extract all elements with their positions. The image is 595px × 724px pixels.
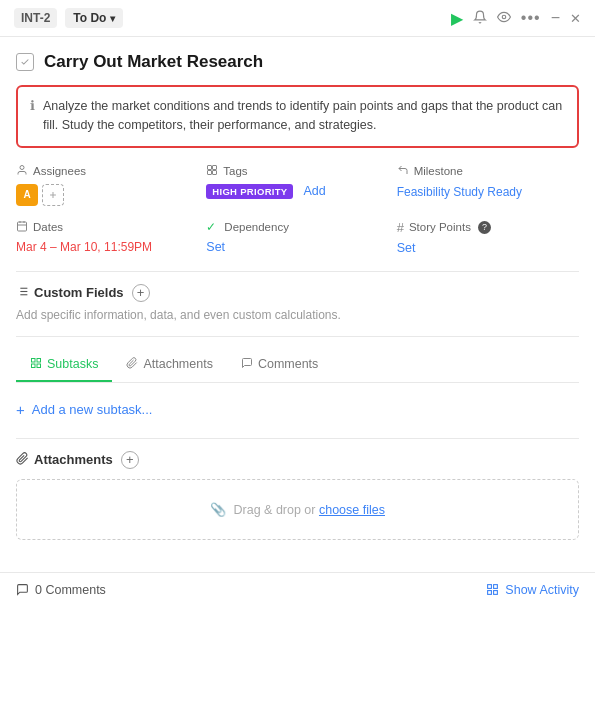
tabs-bar: Subtasks Attachments Comments (16, 349, 579, 383)
divider-1 (16, 271, 579, 272)
calendar-icon (16, 220, 28, 235)
svg-point-0 (502, 15, 506, 19)
svg-rect-7 (213, 170, 217, 174)
assignee-row: A (16, 184, 198, 206)
high-priority-tag[interactable]: HIGH PRIORITY (206, 184, 293, 199)
more-icon[interactable]: ••• (521, 9, 541, 27)
svg-rect-6 (208, 170, 212, 174)
tab-comments[interactable]: Comments (227, 349, 332, 382)
task-id: INT-2 (14, 8, 57, 28)
attachment-section-icon (16, 452, 29, 468)
svg-rect-22 (488, 585, 492, 589)
description-box: ℹ Analyze the market conditions and tren… (16, 85, 579, 148)
check-icon: ✓ (206, 220, 216, 234)
dates-label: Dates (33, 221, 63, 233)
story-points-label: Story Points (409, 221, 471, 233)
assignees-label: Assignees (33, 165, 86, 177)
dependency-field: ✓ Dependency Set (206, 220, 388, 255)
help-icon: ? (478, 221, 491, 234)
dependency-label: Dependency (224, 221, 289, 233)
dropzone[interactable]: 📎 Drag & drop or choose files (16, 479, 579, 540)
status-label: To Do (73, 11, 106, 25)
comments-count: 0 Comments (16, 583, 106, 597)
story-points-set-link[interactable]: Set (397, 241, 416, 255)
comments-tab-icon (241, 357, 253, 372)
status-selector[interactable]: To Do ▾ (65, 8, 123, 28)
dates-field: Dates Mar 4 – Mar 10, 11:59PM (16, 220, 198, 255)
milestone-label: Milestone (414, 165, 463, 177)
choose-files-link[interactable]: choose files (319, 503, 385, 517)
minimize-icon[interactable]: − (551, 9, 560, 27)
add-subtask-label: Add a new subtask... (32, 402, 153, 417)
add-subtask-plus-icon: + (16, 401, 25, 418)
dropzone-icon: 📎 (210, 502, 226, 517)
add-subtask-row[interactable]: + Add a new subtask... (16, 397, 579, 422)
story-points-field: # Story Points ? Set (397, 220, 579, 255)
svg-rect-25 (494, 591, 498, 595)
dates-value[interactable]: Mar 4 – Mar 10, 11:59PM (16, 240, 198, 254)
custom-fields-hint: Add specific information, data, and even… (16, 308, 579, 322)
add-attachment-button[interactable]: + (121, 451, 139, 469)
custom-fields-icon (16, 285, 29, 301)
custom-fields-header: Custom Fields + (16, 284, 579, 302)
svg-rect-23 (494, 585, 498, 589)
tab-attachments[interactable]: Attachments (112, 349, 226, 382)
tags-icon (206, 164, 218, 179)
dropzone-text: Drag & drop or (234, 503, 319, 517)
assignees-icon (16, 164, 28, 179)
add-custom-field-button[interactable]: + (132, 284, 150, 302)
svg-rect-21 (37, 364, 41, 368)
subtasks-tab-icon (30, 357, 42, 372)
milestone-icon (397, 164, 409, 179)
attachments-tab-icon (126, 357, 138, 372)
close-icon[interactable]: ✕ (570, 11, 581, 26)
milestone-value[interactable]: Feasibility Study Ready (397, 184, 579, 201)
attachments-section-header: Attachments + (16, 451, 579, 469)
svg-rect-20 (32, 364, 36, 368)
task-title: Carry Out Market Research (44, 51, 263, 73)
chevron-down-icon: ▾ (110, 13, 115, 24)
tags-label: Tags (223, 165, 247, 177)
svg-rect-5 (213, 165, 217, 169)
svg-rect-19 (37, 358, 41, 362)
header-actions: ▶ ••• − ✕ (451, 9, 581, 28)
dependency-set-link[interactable]: Set (206, 240, 225, 254)
fields-grid: Assignees A Tags HIGH PRIORITY Add (16, 164, 579, 255)
attachments-section-title: Attachments (16, 452, 113, 468)
tab-subtasks[interactable]: Subtasks (16, 349, 112, 382)
description-text: Analyze the market conditions and trends… (43, 97, 565, 136)
svg-rect-18 (32, 358, 36, 362)
comments-count-label: 0 Comments (35, 583, 106, 597)
eye-icon[interactable] (497, 10, 511, 27)
info-icon: ℹ (30, 98, 35, 136)
title-row: Carry Out Market Research (16, 51, 579, 73)
footer: 0 Comments Show Activity (0, 572, 595, 607)
assignee-avatar[interactable]: A (16, 184, 38, 206)
header: INT-2 To Do ▾ ▶ ••• − ✕ (0, 0, 595, 37)
divider-3 (16, 438, 579, 439)
show-activity-label: Show Activity (505, 583, 579, 597)
assignees-field: Assignees A (16, 164, 198, 206)
svg-point-1 (20, 165, 24, 169)
play-icon[interactable]: ▶ (451, 9, 463, 28)
tags-field: Tags HIGH PRIORITY Add (206, 164, 388, 206)
milestone-field: Milestone Feasibility Study Ready (397, 164, 579, 206)
comment-icon (16, 583, 29, 596)
custom-fields-label: Custom Fields (16, 285, 124, 301)
svg-rect-8 (18, 222, 27, 231)
svg-rect-24 (488, 591, 492, 595)
tags-row: HIGH PRIORITY Add (206, 184, 388, 199)
hash-icon: # (397, 220, 404, 235)
activity-icon (486, 583, 499, 596)
task-checkbox[interactable] (16, 53, 34, 71)
show-activity-button[interactable]: Show Activity (486, 583, 579, 597)
svg-rect-4 (208, 165, 212, 169)
add-assignee-button[interactable] (42, 184, 64, 206)
main-content: Carry Out Market Research ℹ Analyze the … (0, 37, 595, 572)
divider-2 (16, 336, 579, 337)
add-tag-link[interactable]: Add (303, 184, 325, 198)
bell-icon[interactable] (473, 10, 487, 27)
